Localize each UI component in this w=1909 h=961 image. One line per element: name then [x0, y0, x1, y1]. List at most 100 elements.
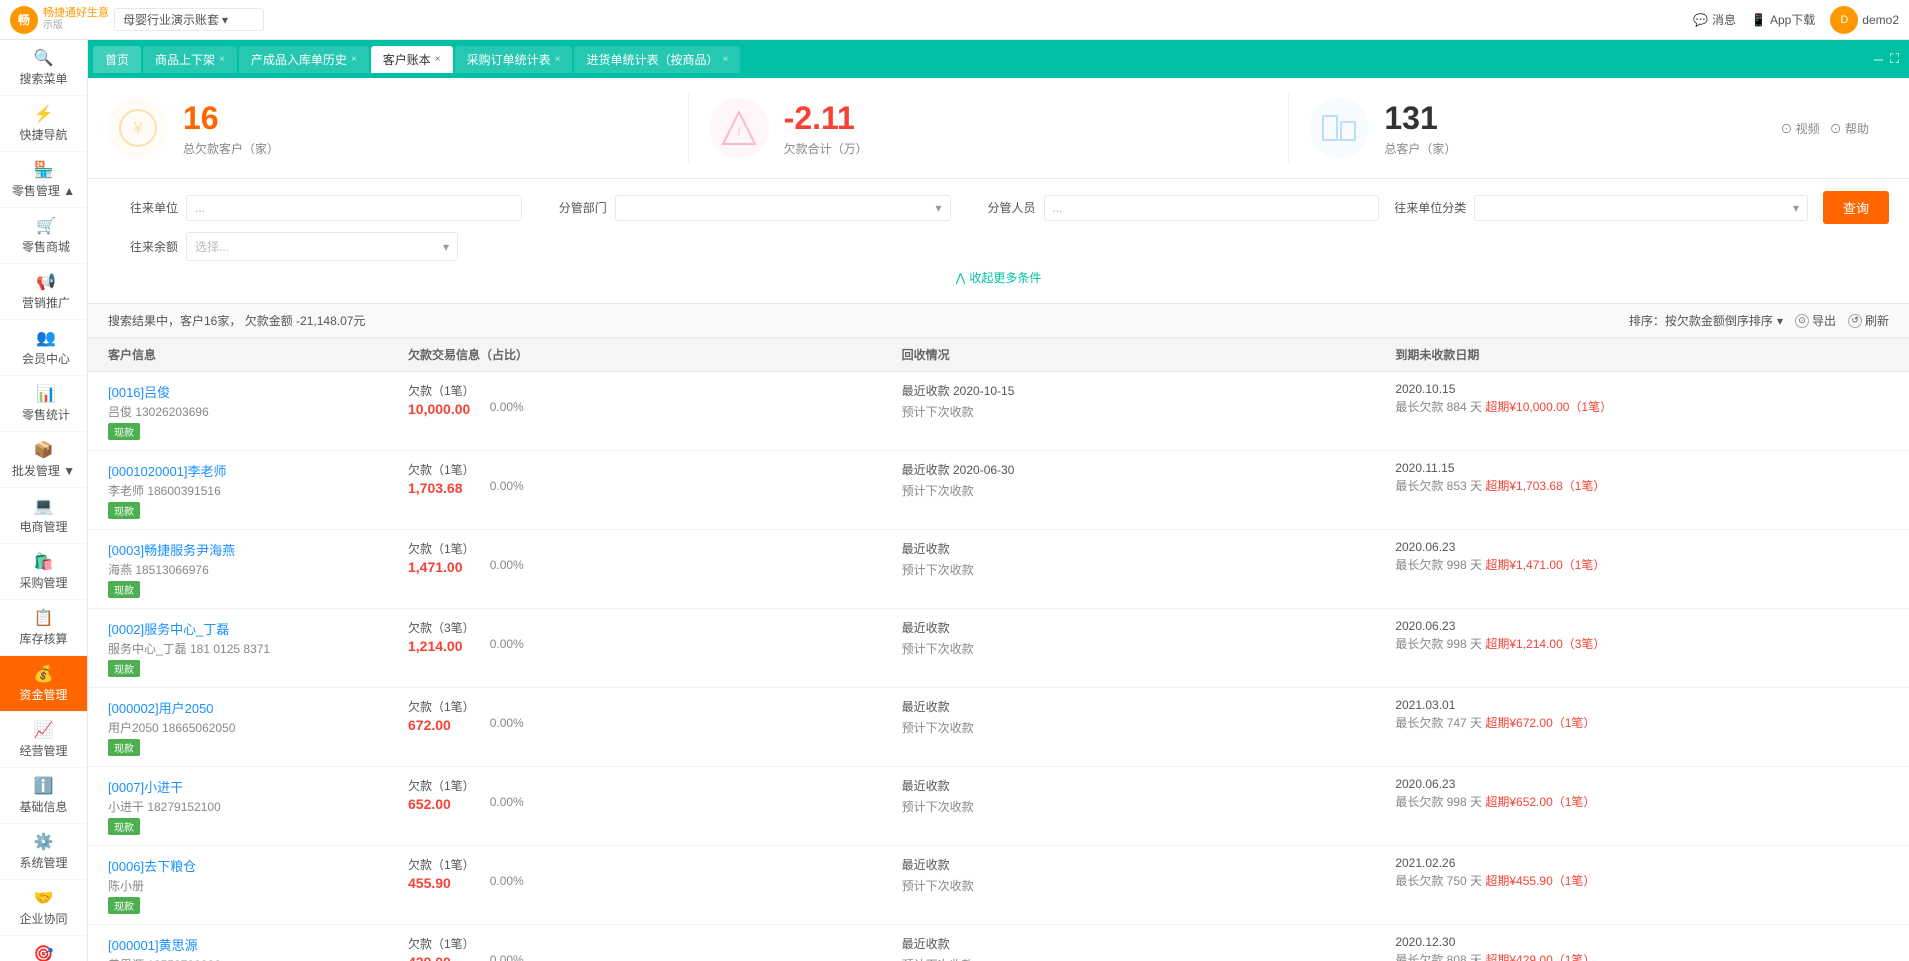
- customer-name-link-3[interactable]: [0002]服务中心_丁磊: [108, 622, 229, 637]
- customer-name-link-0[interactable]: [0016]吕俊: [108, 385, 170, 400]
- close-account-tab[interactable]: ×: [435, 54, 441, 65]
- customer-phone-7: 黄思源 13552700226: [108, 956, 408, 961]
- close-products-tab[interactable]: ×: [219, 54, 225, 65]
- customer-info-4: [000002]用户2050 用户2050 18665062050 现款: [108, 698, 408, 756]
- filter-from-unit-input[interactable]: ...: [186, 195, 522, 221]
- main-layout: 🔍 搜索菜单 ⚡ 快捷导航 🏪 零售管理 ▲ 🛒 零售商城 📢 营销推广 👥: [0, 40, 1909, 961]
- debt-amount-label: 欠款合计（万）: [784, 140, 868, 157]
- results-bar: 搜索结果中，客户16家， 欠款金额 -21,148.07元 排序：按欠款金额倒序…: [88, 304, 1909, 338]
- finance-icon: 💰: [5, 664, 82, 684]
- filter-unit-category-select[interactable]: ▾: [1474, 195, 1808, 221]
- debt-customers-value: 16: [183, 100, 279, 137]
- customer-name-link-6[interactable]: [0006]去下粮仓: [108, 859, 196, 874]
- chevron-down-sort-icon: ▾: [1777, 314, 1783, 328]
- sidebar-item-enterprise[interactable]: 🤝 企业协同: [0, 880, 87, 936]
- customer-name-link-4[interactable]: [000002]用户2050: [108, 701, 214, 716]
- help-btn[interactable]: ⊙ 帮助: [1830, 120, 1869, 137]
- svg-text:!: !: [737, 125, 740, 139]
- close-incoming-tab[interactable]: ×: [722, 54, 728, 65]
- debt-customers-icon: ¥: [108, 98, 168, 158]
- window-maximize-icon[interactable]: ⛶: [1890, 51, 1899, 67]
- tab-products[interactable]: 商品上下架 ×: [143, 46, 237, 73]
- overdue-info-5: 2020.06.23 最长欠款 998 天 超期¥652.00（1笔）: [1395, 777, 1889, 835]
- messages-button[interactable]: 💬 消息: [1693, 11, 1736, 28]
- sidebar-item-guide[interactable]: 🎯 新手引导: [0, 936, 87, 961]
- sidebar: 🔍 搜索菜单 ⚡ 快捷导航 🏪 零售管理 ▲ 🛒 零售商城 📢 营销推广 👥: [0, 40, 88, 961]
- sidebar-item-ecommerce[interactable]: 💻 电商管理: [0, 488, 87, 544]
- customer-name-link-1[interactable]: [0001020001]李老师: [108, 464, 227, 479]
- tab-purchase[interactable]: 采购订单统计表 ×: [455, 46, 573, 73]
- top-bar-right: 💬 消息 📱 App下载 D demo2: [1693, 6, 1899, 34]
- tab-inventory[interactable]: 产成品入库单历史 ×: [239, 46, 369, 73]
- recovery-info-6: 最近收款 预计下次收款: [902, 856, 1396, 914]
- refresh-button[interactable]: ↺ 刷新: [1848, 312, 1889, 329]
- overdue-info-6: 2021.02.26 最长欠款 750 天 超期¥455.90（1笔）: [1395, 856, 1889, 914]
- overdue-info-4: 2021.03.01 最长欠款 747 天 超期¥672.00（1笔）: [1395, 698, 1889, 756]
- stats-icon: 📊: [10, 384, 82, 404]
- close-inventory-tab[interactable]: ×: [351, 54, 357, 65]
- customer-phone-1: 李老师 18600391516: [108, 482, 408, 499]
- sidebar-item-members[interactable]: 👥 会员中心: [0, 320, 87, 376]
- sidebar-item-operations[interactable]: 📈 经营管理: [0, 712, 87, 768]
- marketing-icon: 📢: [10, 272, 82, 292]
- quicknav-icon: ⚡: [5, 104, 82, 124]
- customer-name-link-5[interactable]: [0007]小进干: [108, 780, 183, 795]
- table-header: 客户信息 欠款交易信息（占比） 回收情况 到期未收款日期: [88, 338, 1909, 372]
- refresh-icon: ↺: [1848, 314, 1862, 328]
- tab-home[interactable]: 首页: [93, 46, 141, 73]
- sidebar-item-finance[interactable]: 💰 资金管理: [0, 656, 87, 712]
- sidebar-item-purchase[interactable]: 🛍️ 采购管理: [0, 544, 87, 600]
- recovery-info-5: 最近收款 预计下次收款: [902, 777, 1396, 835]
- debt-info-7: 欠款（1笔） 429.00 0.00%: [408, 935, 902, 961]
- debt-info-6: 欠款（1笔） 455.90 0.00%: [408, 856, 902, 914]
- filter-from-unit: 往来单位 ...: [108, 195, 522, 221]
- company-select[interactable]: 母婴行业演示账套 ▾: [114, 8, 264, 31]
- filter-department-select[interactable]: ▾: [615, 195, 951, 221]
- sidebar-item-retail-mall[interactable]: 🛒 零售商城: [0, 208, 87, 264]
- purchase-icon: 🛍️: [5, 552, 82, 572]
- sidebar-item-wholesale[interactable]: 📦 批发管理 ▼: [0, 432, 87, 488]
- filter-balance-select[interactable]: 选择... ▾: [186, 232, 458, 261]
- sort-select[interactable]: 排序：按欠款金额倒序排序 ▾: [1629, 312, 1783, 329]
- tab-account[interactable]: 客户账本 ×: [371, 46, 453, 73]
- stats-row: ¥ 16 总欠款客户（家） ! -2.11 欠款合计（万）: [88, 78, 1909, 179]
- top-bar: 畅 畅捷通好生意 示版 母婴行业演示账套 ▾ 💬 消息 📱 App下载 D de…: [0, 0, 1909, 40]
- customer-name-link-7[interactable]: [000001]黄思源: [108, 938, 198, 953]
- customer-info-3: [0002]服务中心_丁磊 服务中心_丁磊 181 0125 8371 现款: [108, 619, 408, 677]
- tab-incoming[interactable]: 进货单统计表（按商品） ×: [574, 46, 740, 73]
- sidebar-item-search[interactable]: 🔍 搜索菜单: [0, 40, 87, 96]
- sidebar-item-inventory[interactable]: 📋 库存核算: [0, 600, 87, 656]
- results-actions: 排序：按欠款金额倒序排序 ▾ ⊙ 导出 ↺ 刷新: [1629, 312, 1889, 329]
- sidebar-item-quicknav[interactable]: ⚡ 快捷导航: [0, 96, 87, 152]
- filter-manager-input[interactable]: ...: [1044, 195, 1380, 221]
- window-minimize-icon[interactable]: －: [1872, 50, 1885, 69]
- video-help-btn[interactable]: ⊙ 视频: [1780, 120, 1819, 137]
- avatar: D: [1830, 6, 1858, 34]
- results-summary: 搜索结果中，客户16家， 欠款金额 -21,148.07元: [108, 312, 365, 329]
- user-avatar[interactable]: D demo2: [1830, 6, 1899, 34]
- chevron-down-icon: ▾: [222, 13, 228, 27]
- sidebar-item-retail-stats[interactable]: 📊 零售统计: [0, 376, 87, 432]
- customer-info-5: [0007]小进干 小进干 18279152100 现款: [108, 777, 408, 835]
- chevron-down-cat-icon: ▾: [1793, 201, 1799, 215]
- sidebar-item-basicinfo[interactable]: ℹ️ 基础信息: [0, 768, 87, 824]
- sidebar-item-marketing[interactable]: 📢 营销推广: [0, 264, 87, 320]
- search-button[interactable]: 查询: [1823, 191, 1889, 224]
- table-row: [0001020001]李老师 李老师 18600391516 现款 欠款（1笔…: [88, 451, 1909, 530]
- system-icon: ⚙️: [5, 832, 82, 852]
- collapse-button[interactable]: ⋀ 收起更多条件: [108, 269, 1889, 286]
- customer-info-0: [0016]吕俊 吕俊 13026203696 现款: [108, 382, 408, 440]
- ecommerce-icon: 💻: [5, 496, 82, 516]
- filter-from-unit-label: 往来单位: [108, 199, 178, 216]
- sidebar-item-retail-manage[interactable]: 🏪 零售管理 ▲: [0, 152, 87, 208]
- stat-card-debt-amount: ! -2.11 欠款合计（万）: [689, 93, 1290, 163]
- export-button[interactable]: ⊙ 导出: [1795, 312, 1836, 329]
- sidebar-item-system[interactable]: ⚙️ 系统管理: [0, 824, 87, 880]
- tab-actions: － ⛶: [1872, 50, 1904, 69]
- download-icon: 📱: [1751, 13, 1766, 27]
- app-download-button[interactable]: 📱 App下载: [1751, 11, 1815, 28]
- close-purchase-tab[interactable]: ×: [555, 54, 561, 65]
- filter-row-1: 往来单位 ... 分管部门 ▾: [108, 191, 1889, 224]
- customer-name-link-2[interactable]: [0003]畅捷服务尹海燕: [108, 543, 235, 558]
- customer-phone-4: 用户2050 18665062050: [108, 719, 408, 736]
